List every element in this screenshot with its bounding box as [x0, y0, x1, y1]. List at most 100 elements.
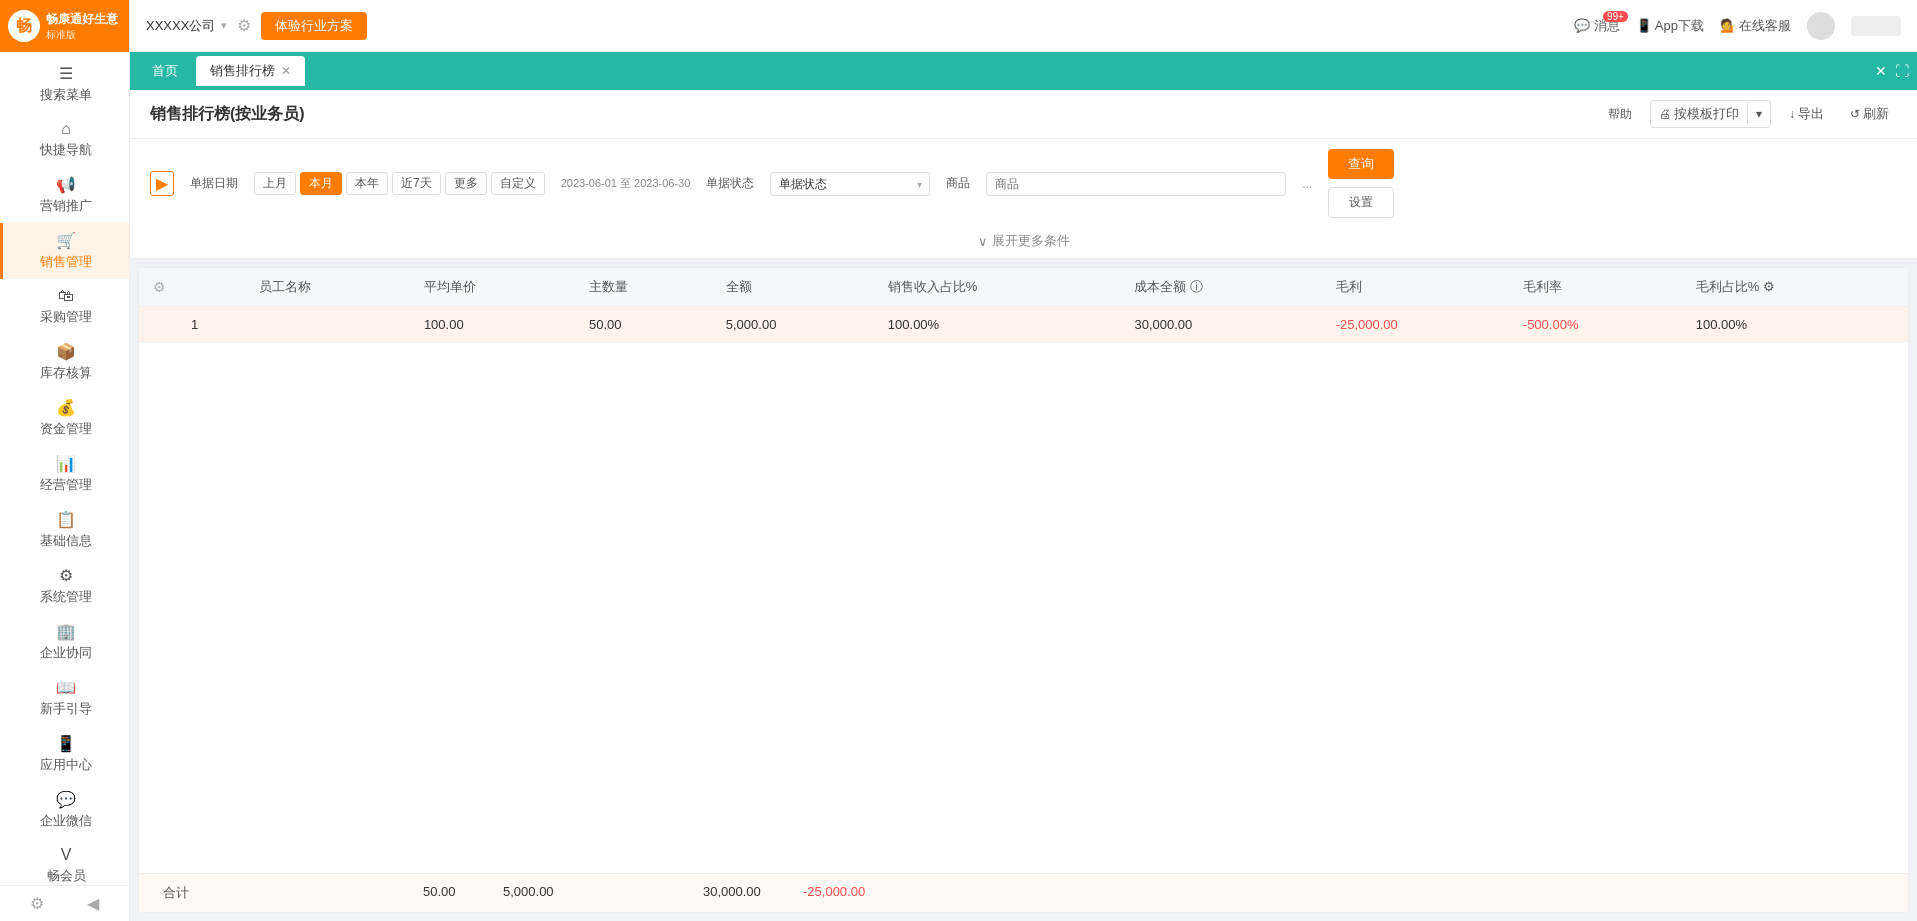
- tab-sales-ranking[interactable]: 销售排行榜 ✕: [196, 56, 305, 86]
- sidebar-item-9[interactable]: ⚙系统管理: [0, 558, 129, 614]
- cell-sales-pct: 100.00%: [876, 307, 1123, 343]
- status-select-wrapper: 单据状态: [770, 172, 930, 196]
- sidebar-item-8[interactable]: 📋 基础信息: [0, 502, 129, 558]
- company-selector[interactable]: XXXXX公司 ▾: [146, 17, 227, 35]
- date-btn-more[interactable]: 更多: [445, 172, 487, 195]
- msg-badge: 99+: [1603, 11, 1628, 22]
- sidebar-item-2[interactable]: 📢营销推广: [0, 167, 129, 223]
- tab-close-icon[interactable]: ✕: [281, 64, 291, 78]
- tabbar-actions: ✕ ⛶: [1875, 63, 1909, 79]
- cell-gross-pct: 100.00%: [1684, 307, 1908, 343]
- print-dropdown-btn[interactable]: ▾: [1747, 103, 1770, 125]
- sidebar-item-4[interactable]: 🛍 采购管理: [0, 279, 129, 334]
- topbar: XXXXX公司 ▾ ⚙ 体验行业方案 💬 99+ 消息 📱App下载 💁在线客服: [130, 0, 1917, 52]
- page-header: 销售排行榜(按业务员) 帮助 🖨 按模板打印 ▾ ↓ 导出 ↺ 刷新: [130, 90, 1917, 139]
- nav-label-11: 新手引导: [40, 700, 92, 718]
- col-amount: 全额: [714, 268, 876, 307]
- tab-expand-icon[interactable]: ⛶: [1895, 63, 1909, 79]
- col-sales-pct: 销售收入占比%: [876, 268, 1123, 307]
- sidebar-item-14[interactable]: V畅会员: [0, 838, 129, 885]
- main-area: XXXXX公司 ▾ ⚙ 体验行业方案 💬 99+ 消息 📱App下载 💁在线客服…: [130, 0, 1917, 921]
- col-cost: 成本全额 ⓘ: [1122, 268, 1323, 307]
- nav-label-8: 基础信息: [40, 532, 92, 550]
- query-settings-col: 查询 设置: [1328, 149, 1394, 218]
- footer-qty: 50.00: [411, 884, 491, 902]
- print-btn[interactable]: 🖨 按模板打印: [1651, 101, 1747, 127]
- settings-btn[interactable]: 设置: [1328, 187, 1394, 218]
- col-settings[interactable]: ⚙: [139, 268, 179, 307]
- cell-cost: 30,000.00: [1122, 307, 1323, 343]
- sidebar-item-11[interactable]: 📖新手引导: [0, 670, 129, 726]
- status-select[interactable]: 单据状态: [770, 172, 930, 196]
- date-btn-this-year[interactable]: 本年: [346, 172, 388, 195]
- footer-gross-pct: [957, 884, 1037, 902]
- nav-label-2: 营销推广: [40, 197, 92, 215]
- sidebar-item-1[interactable]: ⌂快捷导航: [0, 112, 129, 167]
- settings-icon[interactable]: ⚙: [237, 16, 251, 35]
- tab-minimize-icon[interactable]: ✕: [1875, 63, 1887, 79]
- user-avatar[interactable]: [1807, 12, 1835, 40]
- nav-label-3: 销售管理: [40, 253, 92, 271]
- expand-more-btn[interactable]: ∨ 展开更多条件: [978, 232, 1070, 250]
- more-filter-link[interactable]: ...: [1302, 177, 1312, 191]
- nav-label-12: 应用中心: [40, 756, 92, 774]
- col-qty: 主数量: [577, 268, 714, 307]
- tabbar: 首页 销售排行榜 ✕ ✕ ⛶: [130, 52, 1917, 90]
- export-btn[interactable]: ↓ 导出: [1781, 101, 1832, 127]
- nav-icon-7: 📊: [56, 454, 76, 473]
- nav-label-7: 经营管理: [40, 476, 92, 494]
- nav-label-4: 采购管理: [40, 308, 92, 326]
- query-btn[interactable]: 查询: [1328, 149, 1394, 179]
- nav-label-9: 系统管理: [40, 588, 92, 606]
- sidebar-item-6[interactable]: 💰资金管理: [0, 390, 129, 446]
- cell-rank: 1: [179, 307, 247, 343]
- date-btn-7days[interactable]: 近7天: [392, 172, 441, 195]
- cell-amount: 5,000.00: [714, 307, 876, 343]
- content-area: 销售排行榜(按业务员) 帮助 🖨 按模板打印 ▾ ↓ 导出 ↺ 刷新 ▶ 单据日…: [130, 90, 1917, 921]
- status-filter-label: 单据状态: [706, 175, 754, 192]
- col-avg-price: 平均单价: [412, 268, 577, 307]
- sidebar-item-0[interactable]: ☰搜索菜单: [0, 56, 129, 112]
- filter-expand-arrow[interactable]: ▶: [150, 171, 174, 196]
- msg-icon[interactable]: 💬 99+ 消息: [1574, 17, 1620, 35]
- cell-qty: 50.00: [577, 307, 714, 343]
- sidebar-settings-icon[interactable]: ⚙: [30, 894, 44, 913]
- sidebar-item-13[interactable]: 💬企业微信: [0, 782, 129, 838]
- date-btn-this-month[interactable]: 本月: [300, 172, 342, 195]
- help-btn[interactable]: 帮助: [1600, 102, 1640, 127]
- refresh-btn[interactable]: ↺ 刷新: [1842, 101, 1897, 127]
- online-service[interactable]: 💁在线客服: [1720, 17, 1791, 35]
- nav-label-5: 库存核算: [40, 364, 92, 382]
- table-wrapper: ⚙ 员工名称 平均单价 主数量 全额 销售收入占比% 成本全额 ⓘ 毛利 毛利率…: [139, 268, 1908, 873]
- trial-btn[interactable]: 体验行业方案: [261, 12, 367, 40]
- nav-icon-0: ☰: [59, 64, 73, 83]
- nav-label-13: 企业微信: [40, 812, 92, 830]
- company-name: XXXXX公司: [146, 17, 215, 35]
- topbar-right: 💬 99+ 消息 📱App下载 💁在线客服: [1574, 12, 1901, 40]
- sidebar-item-10[interactable]: 🏢企业协同: [0, 614, 129, 670]
- logo-icon: 畅: [8, 10, 40, 42]
- nav-icon-4: 🛍: [58, 287, 74, 305]
- nav-label-1: 快捷导航: [40, 141, 92, 159]
- app-download[interactable]: 📱App下载: [1636, 17, 1704, 35]
- goods-input[interactable]: [986, 172, 1286, 196]
- tab-home[interactable]: 首页: [138, 56, 192, 86]
- table-area: ⚙ 员工名称 平均单价 主数量 全额 销售收入占比% 成本全额 ⓘ 毛利 毛利率…: [138, 267, 1909, 913]
- nav-icon-10: 🏢: [56, 622, 76, 641]
- sidebar-collapse-icon[interactable]: ◀: [87, 894, 99, 913]
- nav-icon-8: 📋: [56, 510, 76, 529]
- footer-gross-rate: [877, 884, 957, 902]
- filter-row-1: ▶ 单据日期 上月 本月 本年 近7天 更多 自定义 2023-06-01 至 …: [150, 149, 1897, 228]
- sidebar-item-3[interactable]: 🛒 销售管理: [0, 223, 129, 279]
- nav-icon-3: 🛒: [56, 231, 76, 250]
- sidebar-item-5[interactable]: 📦库存核算: [0, 334, 129, 390]
- date-btn-custom[interactable]: 自定义: [491, 172, 545, 195]
- date-btn-last-month[interactable]: 上月: [254, 172, 296, 195]
- cell-gross: -25,000.00: [1324, 307, 1511, 343]
- footer-avg-price: [331, 884, 411, 902]
- sidebar-item-12[interactable]: 📱应用中心: [0, 726, 129, 782]
- col-gross: 毛利: [1324, 268, 1511, 307]
- nav-label-6: 资金管理: [40, 420, 92, 438]
- sidebar-item-7[interactable]: 📊 经营管理: [0, 446, 129, 502]
- company-dropdown-icon: ▾: [221, 19, 227, 32]
